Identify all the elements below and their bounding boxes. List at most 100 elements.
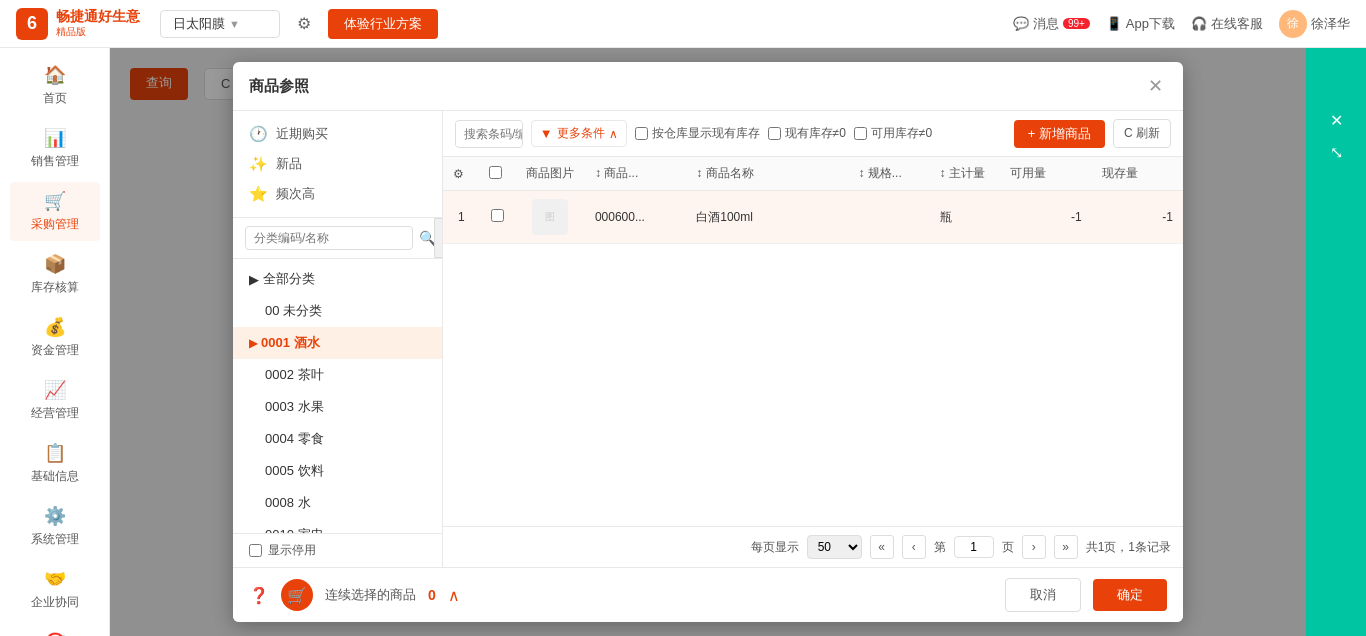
sidebar-item-basic-info[interactable]: 📋 基础信息 (10, 434, 100, 493)
row-img: 图 (516, 191, 585, 244)
table-col-img: 商品图片 (516, 157, 585, 191)
sidebar-item-finance[interactable]: 💰 资金管理 (10, 308, 100, 367)
category-search-input[interactable] (245, 226, 413, 250)
table-col-spec[interactable]: ↕ 规格... (848, 157, 929, 191)
modal-overlay: 商品参照 ✕ 🕐 近期购买 ✨ (110, 48, 1306, 636)
category-item-0002[interactable]: 0002 茶叶 (233, 359, 442, 391)
product-search-input[interactable] (456, 122, 523, 146)
category-item-0005[interactable]: 0005 饮料 (233, 455, 442, 487)
category-label: 0005 饮料 (265, 462, 324, 480)
category-item-0008[interactable]: 0008 水 (233, 487, 442, 519)
sidebar-label-purchase: 采购管理 (31, 216, 79, 233)
trial-button[interactable]: 体验行业方案 (328, 9, 438, 39)
sidebar-item-guide[interactable]: 🎯 新手引导 (10, 623, 100, 636)
category-item-0010[interactable]: 0010 家电 (233, 519, 442, 533)
sidebar-item-system[interactable]: ⚙️ 系统管理 (10, 497, 100, 556)
sidebar-item-operations[interactable]: 📈 经营管理 (10, 371, 100, 430)
row-check[interactable] (479, 191, 515, 244)
category-label: 0004 零食 (265, 430, 324, 448)
nav-support[interactable]: 🎧 在线客服 (1191, 15, 1263, 33)
category-search-area: 🔍 《 (233, 218, 442, 259)
right-panel-close-button[interactable]: ✕ (1324, 108, 1348, 132)
basic-info-icon: 📋 (44, 442, 66, 464)
cart-collapse-icon[interactable]: ∧ (448, 586, 460, 605)
show-disabled-area[interactable]: 显示停用 (233, 533, 442, 567)
avatar: 徐 (1279, 10, 1307, 38)
table-row[interactable]: 1 图 000600... 白酒100ml (443, 191, 1183, 244)
category-item-0004[interactable]: 0004 零食 (233, 423, 442, 455)
dialog-close-button[interactable]: ✕ (1143, 74, 1167, 98)
help-icon[interactable]: ❓ (249, 586, 269, 605)
category-item-0001[interactable]: ▶ 0001 酒水 (233, 327, 442, 359)
product-search-box: 🔍 (455, 120, 523, 148)
app-label: App下载 (1126, 15, 1175, 33)
category-label: 全部分类 (263, 270, 315, 288)
next-page-button[interactable]: › (1022, 535, 1046, 559)
recent-purchase-label: 近期购买 (276, 125, 328, 143)
product-panel: 🔍 ▼ 更多条件 ∧ 按仓库显示现有库存 (443, 111, 1183, 567)
category-item-00[interactable]: 00 未分类 (233, 295, 442, 327)
category-item-all[interactable]: ▶ 全部分类 (233, 263, 442, 295)
table-col-gear[interactable]: ⚙ (443, 157, 479, 191)
confirm-button[interactable]: 确定 (1093, 579, 1167, 611)
table-col-name[interactable]: ↕ 商品名称 (686, 157, 848, 191)
stock-filter[interactable]: 现有库存≠0 (768, 125, 846, 142)
warehouse-checkbox[interactable] (635, 127, 648, 140)
sidebar-item-inventory[interactable]: 📦 库存核算 (10, 245, 100, 304)
nav-message[interactable]: 💬 消息 99+ (1013, 15, 1090, 33)
username: 徐泽华 (1311, 15, 1350, 33)
col-code-label: ↕ 商品... (595, 166, 638, 180)
warehouse-filter-label: 按仓库显示现有库存 (652, 125, 760, 142)
usable-filter[interactable]: 可用库存≠0 (854, 125, 932, 142)
sidebar-label-sales: 销售管理 (31, 153, 79, 170)
show-disabled-checkbox[interactable] (249, 544, 262, 557)
row-name: 白酒100ml (686, 191, 848, 244)
frequent-tab[interactable]: ⭐ 频次高 (233, 179, 442, 209)
nav-selector[interactable]: 日太阳膜 ▼ (160, 10, 280, 38)
usable-checkbox[interactable] (854, 127, 867, 140)
add-product-button[interactable]: + 新增商品 (1014, 120, 1105, 148)
first-page-button[interactable]: « (870, 535, 894, 559)
nav-user[interactable]: 徐 徐泽华 (1279, 10, 1350, 38)
sidebar-item-home[interactable]: 🏠 首页 (10, 56, 100, 115)
recent-purchase-tab[interactable]: 🕐 近期购买 (233, 119, 442, 149)
cancel-button[interactable]: 取消 (1005, 578, 1081, 612)
sidebar-item-collab[interactable]: 🤝 企业协同 (10, 560, 100, 619)
settings-icon[interactable]: ⚙ (288, 8, 320, 40)
page-number-input[interactable] (954, 536, 994, 558)
table-col-code[interactable]: ↕ 商品... (585, 157, 686, 191)
row-spec (848, 191, 929, 244)
dialog-title: 商品参照 (249, 77, 309, 96)
collapse-panel-button[interactable]: 《 (434, 218, 443, 258)
nav-app-download[interactable]: 📱 App下载 (1106, 15, 1175, 33)
select-all-checkbox[interactable] (489, 166, 502, 179)
filter-more-button[interactable]: ▼ 更多条件 ∧ (531, 120, 627, 147)
phone-icon: 📱 (1106, 16, 1122, 31)
category-label: 0002 茶叶 (265, 366, 324, 384)
col-avail-label: 可用量 (1010, 166, 1046, 180)
row-checkbox[interactable] (491, 209, 504, 222)
table-col-unit[interactable]: ↕ 主计量 (930, 157, 1001, 191)
stock-checkbox[interactable] (768, 127, 781, 140)
warehouse-filter[interactable]: 按仓库显示现有库存 (635, 125, 760, 142)
sidebar-item-purchase[interactable]: 🛒 采购管理 (10, 182, 100, 241)
prev-page-button[interactable]: ‹ (902, 535, 926, 559)
last-page-button[interactable]: » (1054, 535, 1078, 559)
sidebar-label-home: 首页 (43, 90, 67, 107)
operations-icon: 📈 (44, 379, 66, 401)
sidebar-label-operations: 经营管理 (31, 405, 79, 422)
brand-text: 畅捷通好生意 精品版 (56, 8, 140, 39)
right-panel-expand-button[interactable]: ⤡ (1324, 140, 1348, 164)
sidebar-item-sales[interactable]: 📊 销售管理 (10, 119, 100, 178)
category-label: 0003 水果 (265, 398, 324, 416)
new-product-tab[interactable]: ✨ 新品 (233, 149, 442, 179)
sidebar-label-basic-info: 基础信息 (31, 468, 79, 485)
chevron-up-icon: ∧ (609, 127, 618, 141)
category-label: 0001 酒水 (261, 334, 320, 352)
new-product-label: 新品 (276, 155, 302, 173)
category-item-0003[interactable]: 0003 水果 (233, 391, 442, 423)
refresh-button[interactable]: C 刷新 (1113, 119, 1171, 148)
right-panel: ✕ ⤡ (1306, 48, 1366, 636)
per-page-select[interactable]: 50 10 20 100 (807, 535, 862, 559)
cart-button[interactable]: 🛒 (281, 579, 313, 611)
